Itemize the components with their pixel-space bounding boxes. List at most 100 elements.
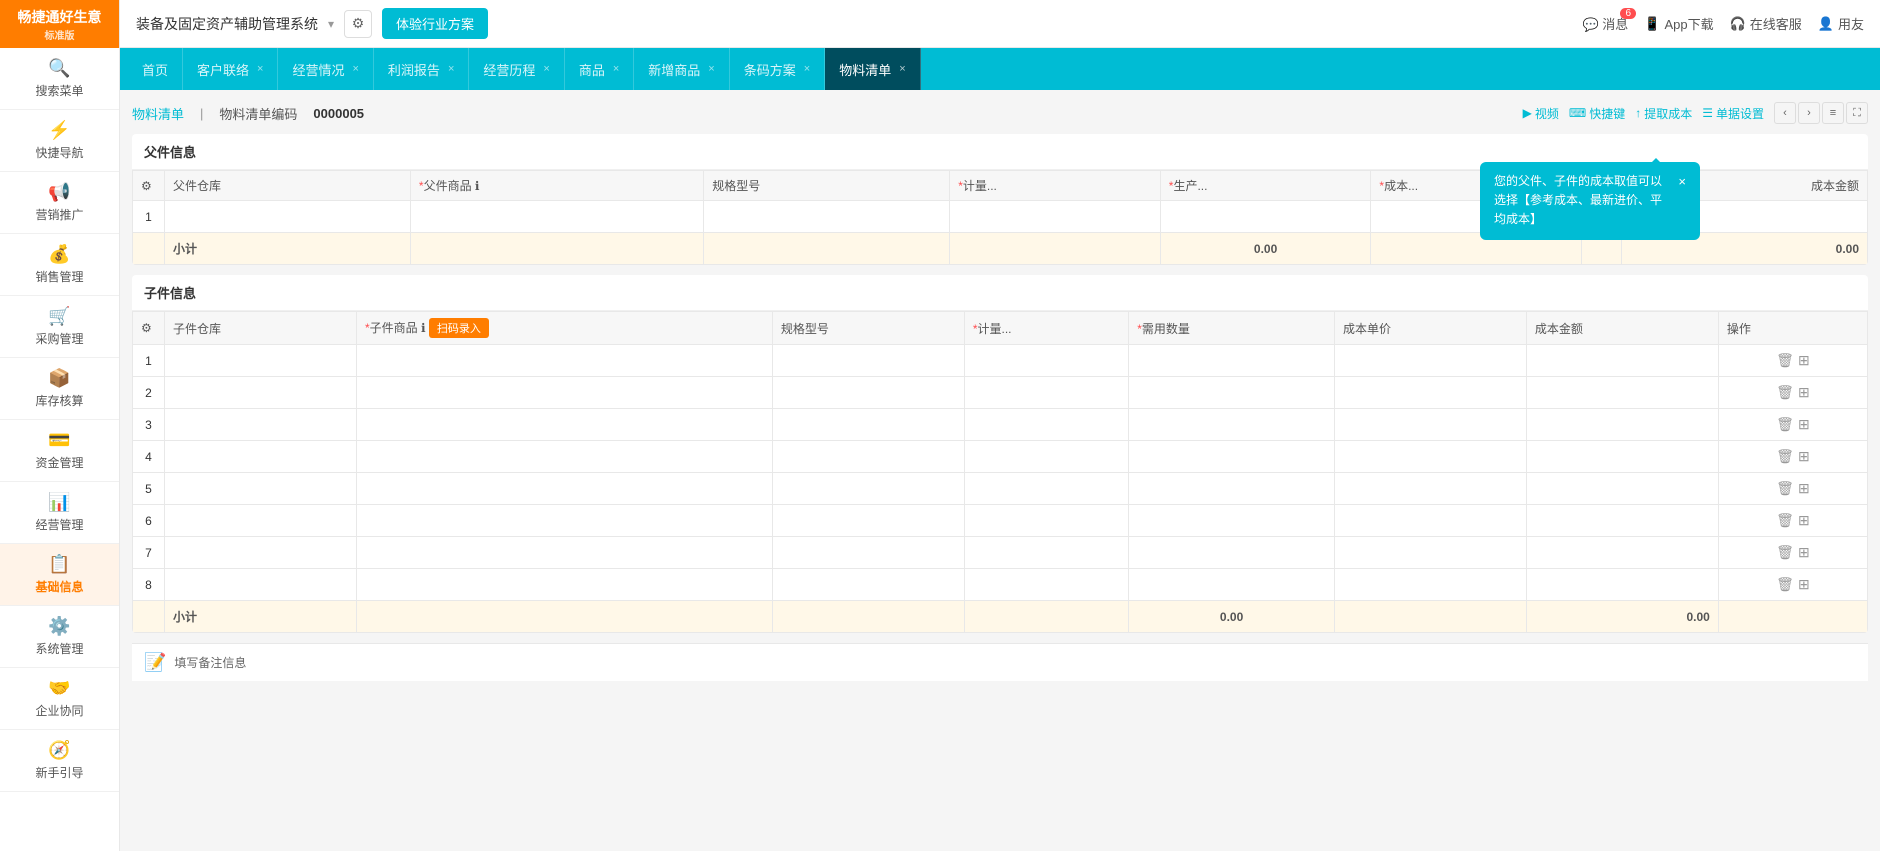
- child-qty-6[interactable]: [964, 537, 1128, 569]
- delete-icon-6[interactable]: 🗑: [1776, 544, 1794, 561]
- nav-tab-close-5[interactable]: ×: [613, 63, 619, 75]
- nav-tab-close-2[interactable]: ×: [352, 63, 358, 75]
- col-settings-parent[interactable]: ⚙: [133, 171, 165, 201]
- copy-icon-5[interactable]: ⊞: [1798, 512, 1810, 529]
- delete-icon-1[interactable]: 🗑: [1776, 384, 1794, 401]
- parent-qty-cell[interactable]: [950, 201, 1161, 233]
- child-qty-2[interactable]: [964, 409, 1128, 441]
- child-spec-0[interactable]: [772, 345, 964, 377]
- child-amount-0[interactable]: [1526, 345, 1718, 377]
- child-needed-qty-5[interactable]: [1129, 505, 1335, 537]
- nav-tab-4[interactable]: 经营历程×: [469, 48, 564, 90]
- child-warehouse-5[interactable]: [165, 505, 357, 537]
- child-amount-4[interactable]: [1526, 473, 1718, 505]
- notification-button[interactable]: 💬 消息 6: [1582, 14, 1628, 33]
- gear-button[interactable]: ⚙: [344, 10, 372, 38]
- child-product-6[interactable]: [356, 537, 772, 569]
- child-spec-5[interactable]: [772, 505, 964, 537]
- copy-icon-3[interactable]: ⊞: [1798, 448, 1810, 465]
- child-needed-qty-2[interactable]: [1129, 409, 1335, 441]
- child-unit-cost-6[interactable]: [1334, 537, 1526, 569]
- child-amount-6[interactable]: [1526, 537, 1718, 569]
- scan-input-button[interactable]: 扫码录入: [429, 318, 489, 338]
- child-unit-cost-4[interactable]: [1334, 473, 1526, 505]
- delete-icon-5[interactable]: 🗑: [1776, 512, 1794, 529]
- sidebar-item-sales[interactable]: 💰 销售管理: [0, 234, 119, 296]
- child-needed-qty-3[interactable]: [1129, 441, 1335, 473]
- nav-tab-2[interactable]: 经营情况×: [278, 48, 373, 90]
- parent-warehouse-cell[interactable]: [165, 201, 411, 233]
- child-needed-qty-6[interactable]: [1129, 537, 1335, 569]
- delete-icon-4[interactable]: 🗑: [1776, 480, 1794, 497]
- child-unit-cost-5[interactable]: [1334, 505, 1526, 537]
- child-warehouse-2[interactable]: [165, 409, 357, 441]
- child-product-0[interactable]: [356, 345, 772, 377]
- sidebar-item-finance[interactable]: 💳 资金管理: [0, 420, 119, 482]
- sidebar-item-purchase[interactable]: 🛒 采购管理: [0, 296, 119, 358]
- parent-spec-cell[interactable]: [704, 201, 950, 233]
- child-unit-cost-7[interactable]: [1334, 569, 1526, 601]
- shortcut-button[interactable]: ⌨ 快捷键: [1569, 105, 1625, 122]
- sidebar-item-search[interactable]: 🔍 搜索菜单: [0, 48, 119, 110]
- delete-icon-2[interactable]: 🗑: [1776, 416, 1794, 433]
- child-qty-5[interactable]: [964, 505, 1128, 537]
- child-amount-2[interactable]: [1526, 409, 1718, 441]
- sidebar-item-marketing[interactable]: 📢 营销推广: [0, 172, 119, 234]
- next-page-button[interactable]: ›: [1798, 102, 1820, 124]
- child-needed-qty-1[interactable]: [1129, 377, 1335, 409]
- single-settings-button[interactable]: ☰ 单据设置: [1702, 105, 1764, 122]
- bottom-note-text[interactable]: 填写备注信息: [174, 654, 246, 671]
- tooltip-close-button[interactable]: ×: [1678, 172, 1686, 193]
- child-warehouse-0[interactable]: [165, 345, 357, 377]
- child-needed-qty-0[interactable]: [1129, 345, 1335, 377]
- child-unit-cost-0[interactable]: [1334, 345, 1526, 377]
- copy-icon-6[interactable]: ⊞: [1798, 544, 1810, 561]
- nav-tab-close-8[interactable]: ×: [899, 63, 905, 75]
- sidebar-item-system[interactable]: ⚙️ 系统管理: [0, 606, 119, 668]
- child-amount-1[interactable]: [1526, 377, 1718, 409]
- child-product-4[interactable]: [356, 473, 772, 505]
- child-qty-7[interactable]: [964, 569, 1128, 601]
- child-spec-2[interactable]: [772, 409, 964, 441]
- child-spec-1[interactable]: [772, 377, 964, 409]
- copy-icon-0[interactable]: ⊞: [1798, 352, 1810, 369]
- nav-tab-7[interactable]: 条码方案×: [730, 48, 825, 90]
- nav-tab-close-3[interactable]: ×: [448, 63, 454, 75]
- copy-icon-1[interactable]: ⊞: [1798, 384, 1810, 401]
- child-unit-cost-2[interactable]: [1334, 409, 1526, 441]
- online-service-button[interactable]: 🎧 在线客服: [1730, 14, 1802, 33]
- child-spec-3[interactable]: [772, 441, 964, 473]
- nav-tab-close-4[interactable]: ×: [543, 63, 549, 75]
- extract-cost-button[interactable]: ↑ 提取成本: [1635, 105, 1692, 122]
- sidebar-item-guide[interactable]: 🧭 新手引导: [0, 730, 119, 792]
- child-warehouse-6[interactable]: [165, 537, 357, 569]
- delete-icon-7[interactable]: 🗑: [1776, 576, 1794, 593]
- delete-icon-3[interactable]: 🗑: [1776, 448, 1794, 465]
- parent-product-cell[interactable]: [410, 201, 703, 233]
- child-warehouse-4[interactable]: [165, 473, 357, 505]
- child-needed-qty-4[interactable]: [1129, 473, 1335, 505]
- child-qty-3[interactable]: [964, 441, 1128, 473]
- nav-tab-1[interactable]: 客户联络×: [183, 48, 278, 90]
- expand-button[interactable]: ⛶: [1846, 102, 1868, 124]
- sidebar-item-operations[interactable]: 📊 经营管理: [0, 482, 119, 544]
- child-qty-1[interactable]: [964, 377, 1128, 409]
- child-spec-4[interactable]: [772, 473, 964, 505]
- child-warehouse-1[interactable]: [165, 377, 357, 409]
- copy-icon-4[interactable]: ⊞: [1798, 480, 1810, 497]
- sidebar-item-inventory[interactable]: 📦 库存核算: [0, 358, 119, 420]
- nav-tab-3[interactable]: 利润报告×: [374, 48, 469, 90]
- prev-page-button[interactable]: ‹: [1774, 102, 1796, 124]
- user-button[interactable]: 👤 用友: [1818, 14, 1864, 33]
- child-product-3[interactable]: [356, 441, 772, 473]
- trial-button[interactable]: 体验行业方案: [382, 8, 488, 39]
- col-settings-child[interactable]: ⚙: [133, 312, 165, 345]
- child-unit-cost-1[interactable]: [1334, 377, 1526, 409]
- child-spec-6[interactable]: [772, 537, 964, 569]
- sidebar-item-basic-info[interactable]: 📋 基础信息: [0, 544, 119, 606]
- child-amount-3[interactable]: [1526, 441, 1718, 473]
- sidebar-item-enterprise[interactable]: 🤝 企业协同: [0, 668, 119, 730]
- nav-tab-6[interactable]: 新增商品×: [634, 48, 729, 90]
- system-dropdown-arrow[interactable]: ▾: [328, 17, 334, 31]
- child-product-5[interactable]: [356, 505, 772, 537]
